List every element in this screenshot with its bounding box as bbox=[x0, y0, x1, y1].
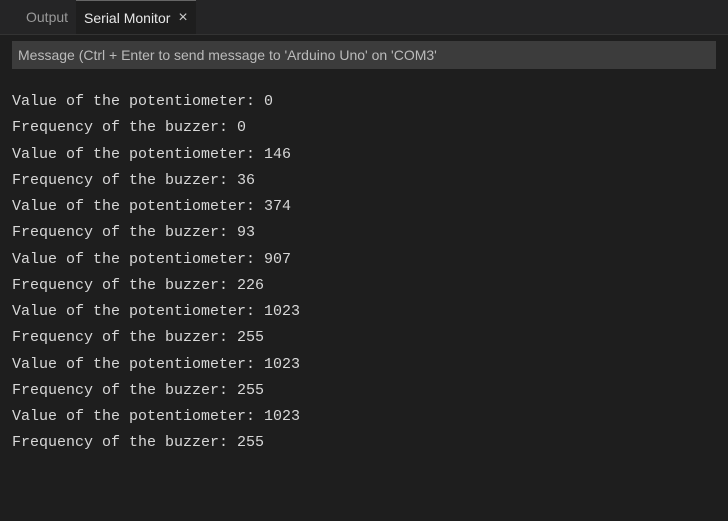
tab-bar: Output Serial Monitor × bbox=[0, 0, 728, 35]
log-line: Frequency of the buzzer: 93 bbox=[12, 220, 716, 246]
log-line: Value of the potentiometer: 1023 bbox=[12, 299, 716, 325]
log-line: Frequency of the buzzer: 255 bbox=[12, 430, 716, 456]
log-line: Value of the potentiometer: 374 bbox=[12, 194, 716, 220]
log-line: Value of the potentiometer: 1023 bbox=[12, 404, 716, 430]
message-bar bbox=[12, 41, 716, 69]
log-line: Frequency of the buzzer: 255 bbox=[12, 325, 716, 351]
log-line: Frequency of the buzzer: 0 bbox=[12, 115, 716, 141]
tab-serial-monitor[interactable]: Serial Monitor × bbox=[76, 0, 196, 34]
log-line: Value of the potentiometer: 1023 bbox=[12, 352, 716, 378]
tab-output-label: Output bbox=[26, 9, 68, 25]
log-line: Frequency of the buzzer: 36 bbox=[12, 168, 716, 194]
console-output: Value of the potentiometer: 0Frequency o… bbox=[0, 77, 728, 457]
log-line: Value of the potentiometer: 907 bbox=[12, 247, 716, 273]
log-line: Frequency of the buzzer: 226 bbox=[12, 273, 716, 299]
tab-output[interactable]: Output bbox=[18, 0, 76, 35]
log-line: Value of the potentiometer: 146 bbox=[12, 142, 716, 168]
message-input[interactable] bbox=[18, 47, 710, 63]
tab-serial-monitor-label: Serial Monitor bbox=[84, 10, 170, 26]
close-icon[interactable]: × bbox=[178, 10, 187, 26]
log-line: Value of the potentiometer: 0 bbox=[12, 89, 716, 115]
log-line: Frequency of the buzzer: 255 bbox=[12, 378, 716, 404]
